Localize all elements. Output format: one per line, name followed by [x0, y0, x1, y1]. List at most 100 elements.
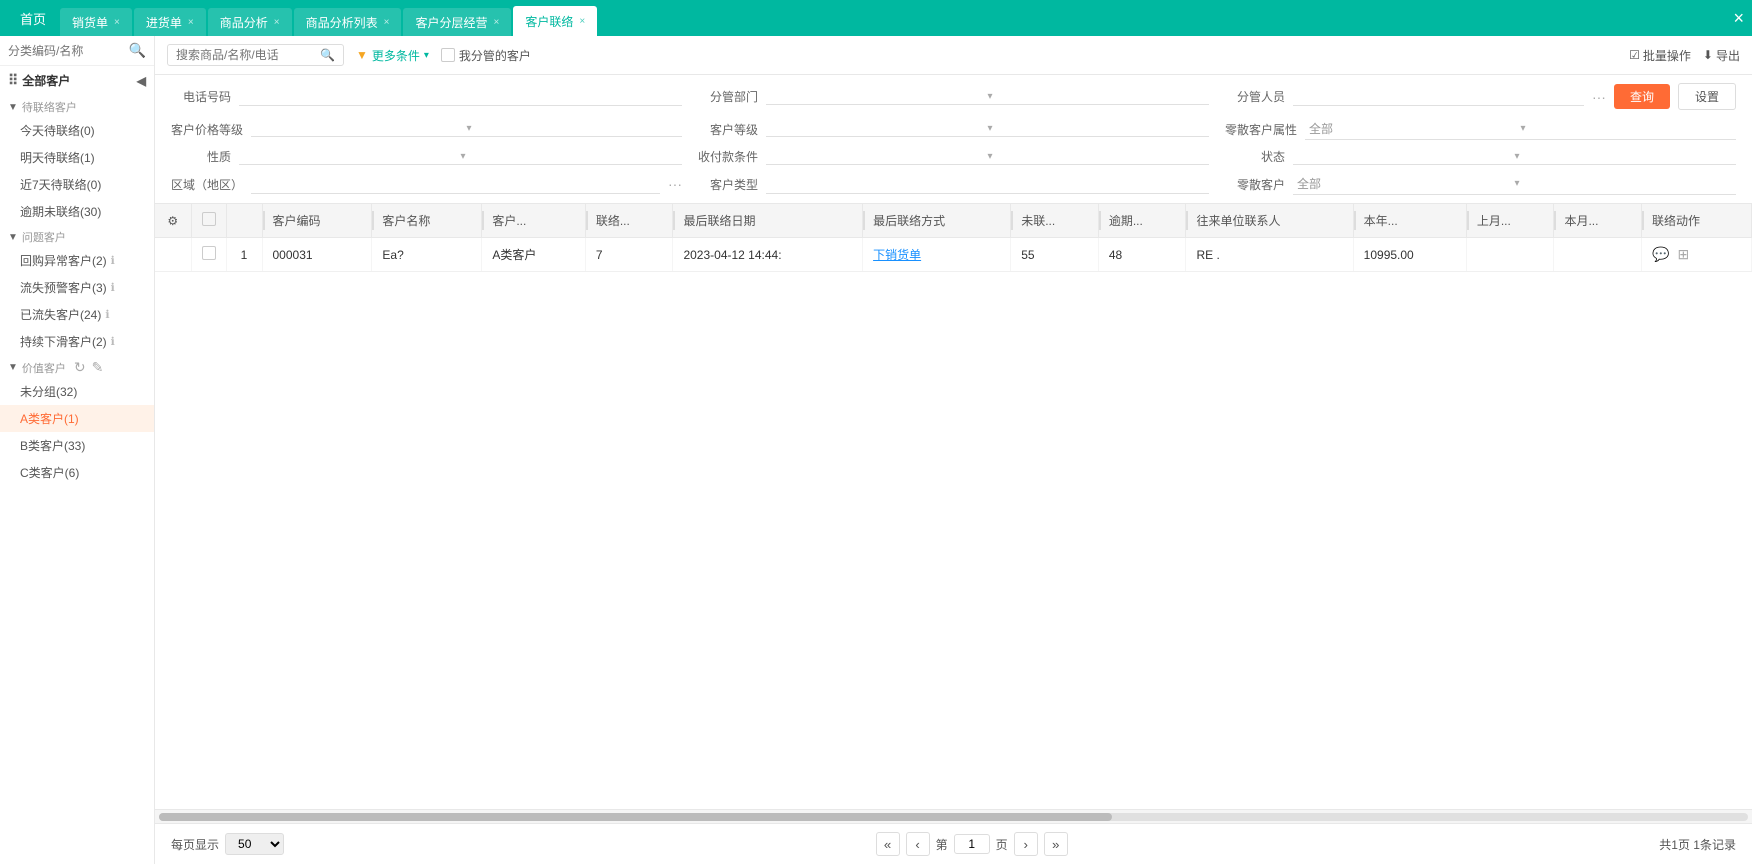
scrollbar-thumb[interactable]	[159, 813, 1112, 821]
status-arrow: ▾	[1515, 151, 1733, 162]
sidebar-item-ungrouped[interactable]: 未分组(32)	[0, 378, 154, 405]
manager-dots[interactable]: ···	[1592, 89, 1606, 105]
filter-search-input[interactable]	[176, 48, 316, 62]
info-icon-abnormal: ℹ	[111, 254, 115, 267]
row-checkbox[interactable]	[191, 238, 226, 272]
problem-customers-group: ▼ 问题客户	[0, 225, 154, 247]
sidebar-item-b-class[interactable]: B类客户(33)	[0, 432, 154, 459]
main-layout: 🔍 ⠿ 全部客户 ◀ ▼ 待联络客户 今天待联络(0) 明天待联络(1) 近7天…	[0, 36, 1752, 864]
nav-tab-customer-segment[interactable]: 客户分层经营 ×	[403, 8, 511, 36]
nav-tab-customer-contact[interactable]: 客户联络 ×	[513, 6, 597, 36]
dept-select[interactable]: ▾	[766, 89, 1209, 105]
close-purchase-tab[interactable]: ×	[188, 17, 194, 28]
row-name: Ea?	[372, 238, 482, 272]
col-last-method: 最后联络方式	[863, 204, 1011, 238]
grid-icon: ⠿	[8, 72, 18, 89]
status-select[interactable]: ▾	[1293, 149, 1736, 165]
settings-btn[interactable]: 设置	[1678, 83, 1736, 110]
edit-icon[interactable]: ✎	[92, 359, 104, 376]
close-all-tabs[interactable]: ×	[1733, 8, 1744, 29]
col-company-contact: 往来单位联系人	[1186, 204, 1353, 238]
scatter-attr-arrow: ▾	[1521, 123, 1733, 134]
sidebar-item-c-class[interactable]: C类客户(6)	[0, 459, 154, 486]
content-area: 🔍 ▼ 更多条件 ▾ 我分管的客户 ☑ 批量操作 ⬇ 导出	[155, 36, 1752, 864]
row-last-method[interactable]: 下销货单	[863, 238, 1011, 272]
row-gear	[155, 238, 191, 272]
manager-input[interactable]	[1293, 87, 1584, 106]
row-select-checkbox[interactable]	[202, 246, 216, 260]
scatter-label: 零散客户	[1225, 176, 1285, 193]
sidebar-item-churn-warning[interactable]: 流失预警客户(3) ℹ	[0, 274, 154, 301]
phone-input[interactable]	[239, 87, 682, 106]
filter-search-icon[interactable]: 🔍	[320, 48, 335, 62]
close-analysis-list-tab[interactable]: ×	[384, 17, 390, 28]
dept-label: 分管部门	[698, 88, 758, 105]
check-icon: ☑	[1629, 48, 1640, 62]
col-name: 客户名称	[372, 204, 482, 238]
close-contact-tab[interactable]: ×	[579, 16, 585, 27]
close-analysis-tab[interactable]: ×	[274, 17, 280, 28]
filter-row-scatter-attr: 零散客户属性 全部 ▾	[1225, 118, 1736, 140]
next-page-btn[interactable]: ›	[1014, 832, 1038, 856]
nav-tab-analysis-list[interactable]: 商品分析列表 ×	[294, 8, 402, 36]
row-contact: 7	[585, 238, 673, 272]
scatter-select[interactable]: 全部 ▾	[1293, 173, 1736, 195]
row-last-month	[1466, 238, 1554, 272]
filter-right-actions: ☑ 批量操作 ⬇ 导出	[1629, 47, 1740, 64]
top-nav: 首页 销货单 × 进货单 × 商品分析 × 商品分析列表 × 客户分层经营 × …	[0, 0, 1752, 36]
prev-page-btn[interactable]: ‹	[906, 832, 930, 856]
close-salesorder-tab[interactable]: ×	[114, 17, 120, 28]
customer-type-input[interactable]	[766, 175, 1209, 194]
batch-op-btn[interactable]: ☑ 批量操作	[1629, 47, 1691, 64]
dept-arrow: ▾	[988, 91, 1206, 102]
my-customers-checkbox[interactable]	[441, 48, 455, 62]
last-page-btn[interactable]: »	[1044, 832, 1068, 856]
last-method-link[interactable]: 下销货单	[873, 248, 921, 262]
sidebar-search-wrap: 🔍	[0, 36, 154, 66]
sidebar-item-a-class[interactable]: A类客户(1)	[0, 405, 154, 432]
col-checkbox[interactable]	[191, 204, 226, 238]
my-customers-checkbox-wrap[interactable]: 我分管的客户	[441, 47, 531, 64]
chat-icon[interactable]: 💬	[1652, 246, 1669, 263]
close-segment-tab[interactable]: ×	[493, 17, 499, 28]
region-input[interactable]	[251, 175, 660, 194]
payment-select[interactable]: ▾	[766, 149, 1209, 165]
sidebar-search-input[interactable]	[8, 44, 129, 58]
sidebar-item-7days[interactable]: 近7天待联络(0)	[0, 171, 154, 198]
select-all-checkbox[interactable]	[202, 212, 216, 226]
sidebar-all-customers-header[interactable]: ⠿ 全部客户 ◀	[0, 66, 154, 95]
nav-tab-salesorder[interactable]: 销货单 ×	[60, 8, 132, 36]
scatter-attr-select[interactable]: 全部 ▾	[1305, 118, 1736, 140]
page-number-input[interactable]	[954, 834, 990, 854]
nav-tab-analysis[interactable]: 商品分析 ×	[208, 8, 292, 36]
price-level-select[interactable]: ▾	[251, 121, 682, 137]
nature-select[interactable]: ▾	[239, 149, 682, 165]
qr-icon[interactable]: ⊞	[1677, 246, 1689, 263]
query-btn[interactable]: 查询	[1614, 84, 1670, 109]
refresh-icon[interactable]: ↻	[74, 359, 86, 376]
nav-tab-purchase[interactable]: 进货单 ×	[134, 8, 206, 36]
sidebar-item-declining[interactable]: 持续下滑客户(2) ℹ	[0, 328, 154, 355]
page-size-select[interactable]: 50 100 200	[225, 833, 284, 855]
sidebar-item-abnormal[interactable]: 回购异常客户(2) ℹ	[0, 247, 154, 274]
nature-label: 性质	[171, 148, 231, 165]
filter-more-btn[interactable]: ▼ 更多条件 ▾	[356, 47, 429, 64]
filter-row-customer-level: 客户等级 ▾	[698, 118, 1209, 140]
row-overdue: 48	[1098, 238, 1186, 272]
customer-level-select[interactable]: ▾	[766, 121, 1209, 137]
nav-home[interactable]: 首页	[8, 9, 58, 28]
col-this-month: 本月...	[1554, 204, 1642, 238]
horizontal-scrollbar[interactable]	[155, 809, 1752, 823]
sidebar-item-tomorrow[interactable]: 明天待联络(1)	[0, 144, 154, 171]
page-size-wrap: 每页显示 50 100 200	[171, 833, 284, 855]
col-gear[interactable]: ⚙	[155, 204, 191, 238]
export-btn[interactable]: ⬇ 导出	[1703, 47, 1740, 64]
sidebar-item-overdue[interactable]: 逾期未联络(30)	[0, 198, 154, 225]
sidebar-item-churned[interactable]: 已流失客户(24) ℹ	[0, 301, 154, 328]
sidebar-search-icon[interactable]: 🔍	[129, 42, 146, 59]
region-dots[interactable]: ···	[668, 176, 682, 192]
first-page-btn[interactable]: «	[876, 832, 900, 856]
sidebar-item-today[interactable]: 今天待联络(0)	[0, 117, 154, 144]
row-this-year: 10995.00	[1353, 238, 1466, 272]
customer-table: ⚙ 客户编码 客户名称 客户... 联络... 最后联络日期 最后联络方式 未联…	[155, 204, 1752, 272]
